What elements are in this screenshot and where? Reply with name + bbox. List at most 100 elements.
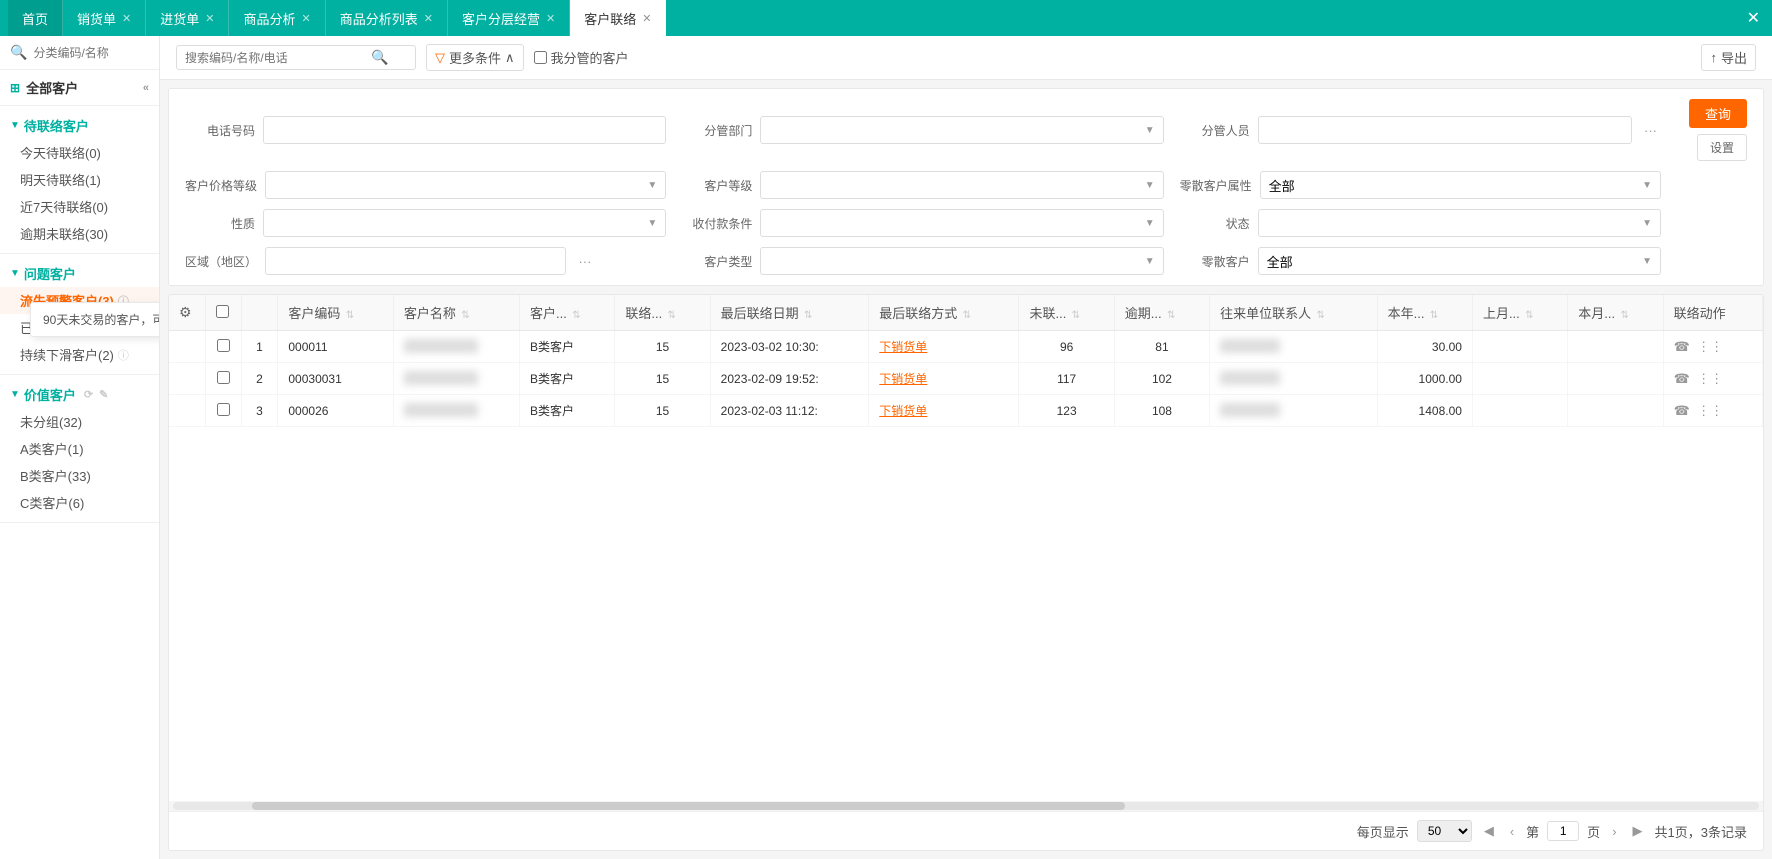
first-page-button[interactable]: ◀ — [1480, 821, 1498, 841]
sidebar-group-value-title[interactable]: ▼ 价值客户 ⟳ ✎ — [0, 381, 159, 408]
more-action-icon-1[interactable]: ⋮⋮ — [1697, 339, 1723, 354]
next-page-button[interactable]: › — [1608, 822, 1620, 841]
retail-attr-label: 零散客户属性 — [1180, 177, 1252, 194]
info-icon3: ⓘ — [118, 347, 129, 363]
th-last-contact-method[interactable]: 最后联络方式 ⇅ — [869, 295, 1019, 331]
nav-sales[interactable]: 销货单 ✕ — [63, 0, 146, 36]
close-sales-icon[interactable]: ✕ — [122, 12, 131, 25]
more-action-icon-3[interactable]: ⋮⋮ — [1697, 403, 1723, 418]
row-checkbox-2[interactable] — [217, 371, 230, 384]
filter-icon: ▽ — [435, 50, 445, 66]
select-all-checkbox[interactable] — [216, 305, 229, 318]
td-method-3[interactable]: 下销货单 — [869, 395, 1019, 427]
close-customer-contact-icon[interactable]: ✕ — [642, 12, 651, 25]
close-all-button[interactable]: ✕ — [1743, 4, 1764, 32]
search-input[interactable] — [185, 51, 365, 65]
manager-select[interactable] — [1258, 116, 1632, 144]
settings-button[interactable]: 设置 — [1697, 134, 1747, 161]
sidebar-item-b-class[interactable]: B类客户(33) — [0, 462, 159, 489]
table-settings-icon[interactable]: ⚙ — [179, 304, 192, 320]
retail-customer-select[interactable]: 全部 ▼ — [1258, 247, 1661, 275]
chevron-down-icon7: ▼ — [1642, 218, 1652, 229]
scrollbar-track — [173, 802, 1759, 810]
sidebar-search-input[interactable] — [33, 46, 160, 60]
sidebar-item-c-class[interactable]: C类客户(6) — [0, 489, 159, 516]
edit-icon[interactable]: ✎ — [99, 388, 108, 401]
td-num-1: 1 — [241, 331, 278, 363]
filter-retail-attr: 零散客户属性 全部 ▼ — [1180, 171, 1661, 199]
status-select[interactable]: ▼ — [1258, 209, 1661, 237]
th-contact-person[interactable]: 往来单位联系人 ⇅ — [1210, 295, 1377, 331]
td-action-2: ☎ ⋮⋮ — [1663, 363, 1762, 395]
td-method-1[interactable]: 下销货单 — [869, 331, 1019, 363]
price-grade-select[interactable]: ▼ — [265, 171, 666, 199]
my-customers-checkbox[interactable] — [534, 51, 547, 64]
arrow-down-icon: ▼ — [10, 120, 20, 131]
per-page-select[interactable]: 50 20 100 — [1417, 820, 1472, 842]
more-filter-button[interactable]: ▽ 更多条件 ∧ — [426, 44, 524, 71]
search-submit-icon[interactable]: 🔍 — [371, 49, 388, 66]
horizontal-scrollbar[interactable] — [169, 801, 1763, 811]
th-code[interactable]: 客户编码 ⇅ — [278, 295, 394, 331]
th-this-month[interactable]: 本月... ⇅ — [1568, 295, 1663, 331]
th-last-contact-date[interactable]: 最后联络日期 ⇅ — [710, 295, 869, 331]
contact-action-icon-3[interactable]: ☎ — [1674, 403, 1690, 418]
th-customer-type[interactable]: 客户... ⇅ — [520, 295, 615, 331]
nav-customer-contact[interactable]: 客户联络 ✕ — [570, 0, 666, 36]
customer-type-select[interactable]: ▼ — [760, 247, 1163, 275]
manager-label: 分管人员 — [1180, 122, 1250, 139]
th-contact[interactable]: 联络... ⇅ — [615, 295, 710, 331]
th-uncontacted[interactable]: 未联... ⇅ — [1019, 295, 1114, 331]
td-lastmonth-1 — [1472, 331, 1567, 363]
th-this-year[interactable]: 本年... ⇅ — [1377, 295, 1472, 331]
contact-action-icon-1[interactable]: ☎ — [1674, 339, 1690, 354]
th-last-month[interactable]: 上月... ⇅ — [1472, 295, 1567, 331]
sidebar-group-problem-title[interactable]: ▼ 问题客户 — [0, 260, 159, 287]
sidebar-item-overdue[interactable]: 逾期未联络(30) — [0, 220, 159, 247]
prev-page-button[interactable]: ‹ — [1506, 822, 1518, 841]
sidebar-item-ungrouped[interactable]: 未分组(32) — [0, 408, 159, 435]
dept-select[interactable]: ▼ — [760, 116, 1163, 144]
nav-purchase[interactable]: 进货单 ✕ — [146, 0, 229, 36]
sidebar-item-a-class[interactable]: A类客户(1) — [0, 435, 159, 462]
sidebar-item-declining[interactable]: 持续下滑客户(2) ⓘ — [0, 341, 159, 368]
nature-select[interactable]: ▼ — [263, 209, 666, 237]
nav-customer-tier[interactable]: 客户分层经营 ✕ — [448, 0, 570, 36]
table-scroll[interactable]: ⚙ 客户编码 ⇅ 客户名称 — [169, 295, 1763, 801]
scrollbar-thumb[interactable] — [252, 802, 1124, 810]
th-name[interactable]: 客户名称 ⇅ — [393, 295, 519, 331]
last-page-button[interactable]: ▶ — [1629, 821, 1647, 841]
filter-nature: 性质 ▼ — [185, 209, 666, 237]
query-button[interactable]: 查询 — [1689, 99, 1747, 128]
filter-customer-type: 客户类型 ▼ — [682, 247, 1163, 275]
customer-grade-select[interactable]: ▼ — [760, 171, 1163, 199]
region-input[interactable] — [265, 247, 566, 275]
sidebar-item-tomorrow[interactable]: 明天待联络(1) — [0, 166, 159, 193]
close-purchase-icon[interactable]: ✕ — [205, 12, 214, 25]
nav-goods-analysis[interactable]: 商品分析 ✕ — [229, 0, 325, 36]
row-checkbox-1[interactable] — [217, 339, 230, 352]
close-goods-analysis-icon[interactable]: ✕ — [302, 12, 311, 25]
close-customer-tier-icon[interactable]: ✕ — [546, 12, 555, 25]
nav-home[interactable]: 首页 — [8, 0, 63, 36]
close-goods-analysis-list-icon[interactable]: ✕ — [424, 12, 433, 25]
td-uncontacted-2: 117 — [1019, 363, 1114, 395]
sidebar-item-today[interactable]: 今天待联络(0) — [0, 139, 159, 166]
region-dots[interactable]: ··· — [574, 254, 595, 269]
nav-goods-analysis-list[interactable]: 商品分析列表 ✕ — [326, 0, 448, 36]
sidebar-group-pending-title[interactable]: ▼ 待联络客户 — [0, 112, 159, 139]
page-number-input[interactable] — [1547, 821, 1579, 841]
th-overdue[interactable]: 逾期... ⇅ — [1114, 295, 1209, 331]
refresh-icon[interactable]: ⟳ — [84, 388, 93, 401]
phone-input[interactable] — [263, 116, 666, 144]
contact-action-icon-2[interactable]: ☎ — [1674, 371, 1690, 386]
export-button[interactable]: ↑ 导出 — [1701, 44, 1756, 71]
manager-dots[interactable]: ··· — [1640, 123, 1661, 138]
sidebar-item-7days[interactable]: 近7天待联络(0) — [0, 193, 159, 220]
td-method-2[interactable]: 下销货单 — [869, 363, 1019, 395]
more-action-icon-2[interactable]: ⋮⋮ — [1697, 371, 1723, 386]
sidebar-all-customers[interactable]: ⊞ 全部客户 « — [0, 70, 159, 106]
payment-select[interactable]: ▼ — [760, 209, 1163, 237]
retail-attr-select[interactable]: 全部 ▼ — [1260, 171, 1661, 199]
row-checkbox-3[interactable] — [217, 403, 230, 416]
